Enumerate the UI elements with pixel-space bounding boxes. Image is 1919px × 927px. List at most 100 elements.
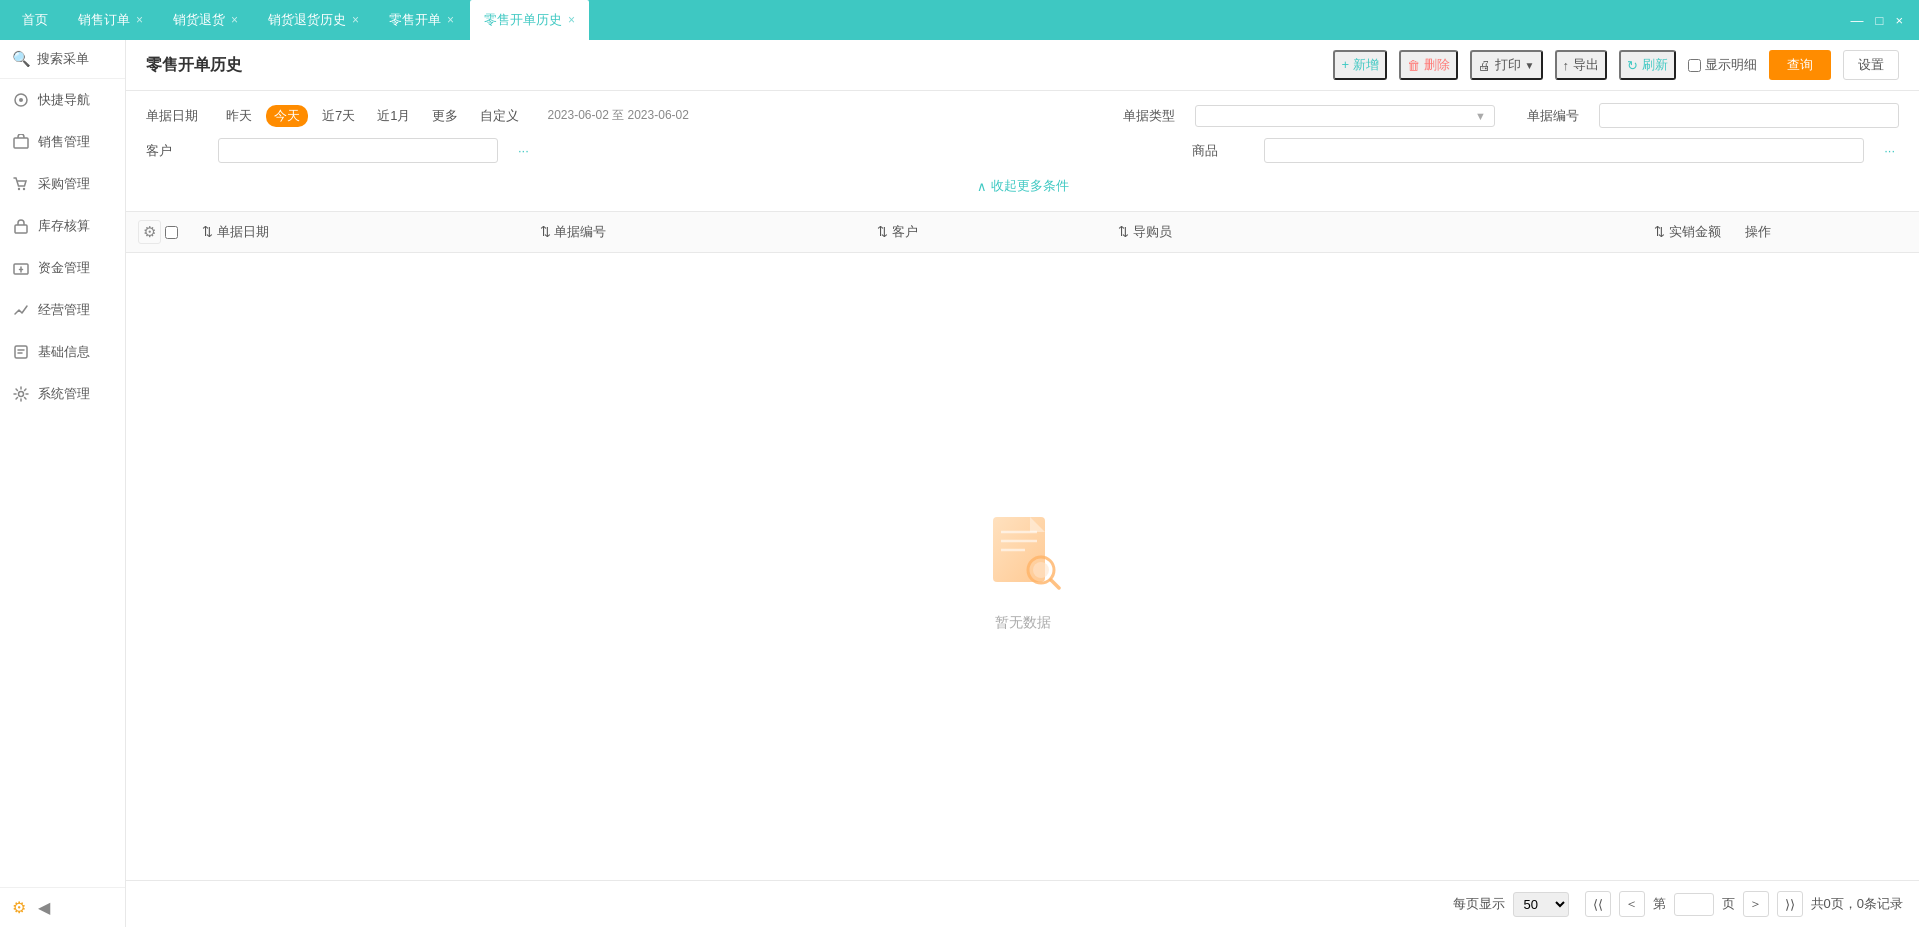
sidebar-item-inventory[interactable]: 库存核算 [0, 205, 125, 247]
tab-sales-return[interactable]: 销货退货× [159, 0, 252, 40]
sidebar-label-sales-mgmt: 销售管理 [38, 133, 90, 151]
tab-close-sales-order[interactable]: × [136, 13, 143, 27]
refresh-button[interactable]: ↻ 刷新 [1619, 50, 1676, 80]
system-mgmt-icon [12, 385, 30, 403]
doc-no-input[interactable] [1599, 103, 1899, 128]
col-guide: ⇅ 导购员 [1106, 212, 1395, 253]
sort-doc-no-icon[interactable]: ⇅ [540, 224, 551, 239]
doc-type-select[interactable]: ▼ [1195, 105, 1495, 127]
finance-icon [12, 259, 30, 277]
tab-close-retail-open[interactable]: × [447, 13, 454, 27]
product-ellipsis-btn[interactable]: ··· [1880, 143, 1899, 158]
col-doc-date: ⇅ 单据日期 [190, 212, 528, 253]
tabs-area: 首页销售订单×销货退货×销货退货历史×零售开单×零售开单历史× [8, 0, 1851, 40]
tab-home[interactable]: 首页 [8, 0, 62, 40]
filter-row-date: 单据日期 昨天 今天 近7天 近1月 更多 自定义 2023-06-02 至 2… [146, 103, 1899, 128]
per-page-select[interactable]: 50 100 200 [1513, 892, 1569, 917]
tab-sales-return-history[interactable]: 销货退货历史× [254, 0, 373, 40]
delete-button[interactable]: 🗑 删除 [1399, 50, 1458, 80]
col-operation: 操作 [1733, 212, 1919, 253]
export-button[interactable]: ↑ 导出 [1555, 50, 1608, 80]
product-label: 商品 [1192, 142, 1248, 160]
export-icon: ↑ [1563, 58, 1570, 73]
svg-rect-7 [15, 346, 27, 358]
minimize-btn[interactable]: — [1851, 13, 1864, 28]
tab-sales-order[interactable]: 销售订单× [64, 0, 157, 40]
sidebar-bottom: ⚙ ◀ [0, 887, 125, 927]
sort-amount-icon[interactable]: ⇅ [1654, 224, 1665, 239]
close-btn[interactable]: × [1895, 13, 1903, 28]
last-page-btn[interactable]: ⟩⟩ [1777, 891, 1803, 917]
pagination-bar: 每页显示 50 100 200 ⟨⟨ ＜ 第 1 页 ＞ ⟩⟩ 共0页，0条记录 [126, 880, 1919, 927]
sidebar-item-quick-nav[interactable]: 快捷导航 [0, 79, 125, 121]
empty-text: 暂无数据 [995, 614, 1051, 632]
sidebar-item-finance[interactable]: 资金管理 [0, 247, 125, 289]
tab-close-sales-return[interactable]: × [231, 13, 238, 27]
sidebar-label-purchase-mgmt: 采购管理 [38, 175, 90, 193]
select-all-checkbox[interactable] [165, 226, 178, 239]
tab-close-retail-open-history[interactable]: × [568, 13, 575, 27]
sidebar-item-sales-mgmt[interactable]: 销售管理 [0, 121, 125, 163]
date-custom[interactable]: 自定义 [472, 105, 527, 127]
sidebar-item-system-mgmt[interactable]: 系统管理 [0, 373, 125, 415]
settings-bottom-icon[interactable]: ⚙ [12, 898, 26, 917]
sidebar-item-purchase-mgmt[interactable]: 采购管理 [0, 163, 125, 205]
show-details-toggle[interactable]: 显示明细 [1688, 56, 1757, 74]
sidebar-search[interactable]: 🔍 搜索采单 [0, 40, 125, 79]
collapse-bar[interactable]: ∧ 收起更多条件 [146, 173, 1899, 199]
customer-ellipsis-btn[interactable]: ··· [514, 143, 533, 158]
sidebar-item-operations[interactable]: 经营管理 [0, 289, 125, 331]
sidebar: 🔍 搜索采单 快捷导航销售管理采购管理库存核算资金管理经营管理基础信息系统管理 … [0, 40, 126, 927]
date-7days[interactable]: 近7天 [314, 105, 363, 127]
date-1month[interactable]: 近1月 [369, 105, 418, 127]
gear-col-icon[interactable]: ⚙ [138, 220, 161, 244]
tab-retail-open[interactable]: 零售开单× [375, 0, 468, 40]
date-yesterday[interactable]: 昨天 [218, 105, 260, 127]
first-page-btn[interactable]: ⟨⟨ [1585, 891, 1611, 917]
content-area: 零售开单历史 + 新增 🗑 删除 🖨 打印 ▼ ↑ 导出 ↻ [126, 40, 1919, 927]
customer-input[interactable] [218, 138, 498, 163]
delete-icon: 🗑 [1407, 58, 1420, 73]
sort-doc-date-icon[interactable]: ⇅ [202, 224, 213, 239]
sort-guide-icon[interactable]: ⇅ [1118, 224, 1129, 239]
add-button[interactable]: + 新增 [1333, 50, 1386, 80]
svg-point-15 [1033, 562, 1049, 578]
page-number-input[interactable]: 1 [1674, 893, 1714, 916]
settings-button[interactable]: 设置 [1843, 50, 1899, 80]
per-page-label: 每页显示 [1453, 895, 1505, 913]
tab-retail-open-history[interactable]: 零售开单历史× [470, 0, 589, 40]
sidebar-label-inventory: 库存核算 [38, 217, 90, 235]
date-today[interactable]: 今天 [266, 105, 308, 127]
basic-info-icon [12, 343, 30, 361]
sales-mgmt-icon [12, 133, 30, 151]
sidebar-label-finance: 资金管理 [38, 259, 90, 277]
refresh-icon: ↻ [1627, 58, 1638, 73]
sidebar-item-basic-info[interactable]: 基础信息 [0, 331, 125, 373]
maximize-btn[interactable]: □ [1876, 13, 1884, 28]
svg-point-1 [19, 98, 23, 102]
print-button[interactable]: 🖨 打印 ▼ [1470, 50, 1543, 80]
sidebar-label-system-mgmt: 系统管理 [38, 385, 90, 403]
doc-type-chevron-icon: ▼ [1475, 110, 1486, 122]
sort-customer-icon[interactable]: ⇅ [877, 224, 888, 239]
prev-page-btn[interactable]: ＜ [1619, 891, 1645, 917]
date-options: 昨天 今天 近7天 近1月 更多 自定义 [218, 105, 527, 127]
date-more[interactable]: 更多 [424, 105, 466, 127]
tab-close-sales-return-history[interactable]: × [352, 13, 359, 27]
svg-line-16 [1051, 580, 1059, 588]
collapse-sidebar-icon[interactable]: ◀ [38, 898, 50, 917]
show-details-checkbox[interactable] [1688, 59, 1701, 72]
top-bar: 首页销售订单×销货退货×销货退货历史×零售开单×零售开单历史× — □ × [0, 0, 1919, 40]
svg-rect-5 [15, 225, 27, 233]
header-actions: + 新增 🗑 删除 🖨 打印 ▼ ↑ 导出 ↻ 刷新 [1333, 50, 1899, 80]
query-button[interactable]: 查询 [1769, 50, 1831, 80]
empty-state: 暂无数据 [126, 253, 1919, 880]
next-page-btn[interactable]: ＞ [1743, 891, 1769, 917]
main-layout: 🔍 搜索采单 快捷导航销售管理采购管理库存核算资金管理经营管理基础信息系统管理 … [0, 40, 1919, 927]
product-input[interactable] [1264, 138, 1864, 163]
table-area: ⚙ ⇅ 单据日期 ⇅ 单据编号 ⇅ 客户 ⇅ 导购员 ⇅ 实销金额 操作 [126, 212, 1919, 880]
col-customer: ⇅ 客户 [865, 212, 1106, 253]
window-controls: — □ × [1851, 13, 1911, 28]
col-doc-no: ⇅ 单据编号 [528, 212, 866, 253]
date-filter-label: 单据日期 [146, 107, 202, 125]
